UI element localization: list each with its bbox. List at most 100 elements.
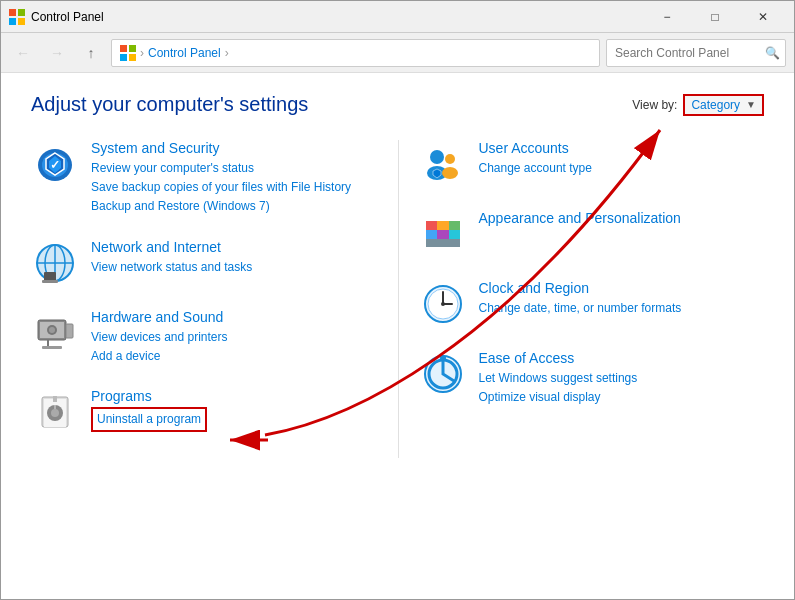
user-accounts-title[interactable]: User Accounts [479, 140, 765, 156]
user-accounts-icon [419, 140, 467, 188]
network-content: Network and Internet View network status… [91, 239, 378, 277]
svg-rect-4 [120, 45, 127, 52]
user-accounts-content: User Accounts Change account type [479, 140, 765, 178]
network-title[interactable]: Network and Internet [91, 239, 378, 255]
system-security-title[interactable]: System and Security [91, 140, 378, 156]
svg-text:✓: ✓ [50, 158, 60, 172]
appearance-title[interactable]: Appearance and Personalization [479, 210, 765, 226]
svg-rect-44 [437, 230, 449, 239]
category-system-security: ✓ System and Security Review your comput… [31, 140, 378, 217]
page-title: Adjust your computer's settings [31, 93, 308, 116]
svg-rect-30 [53, 396, 57, 402]
svg-rect-2 [9, 18, 16, 25]
content-area: Adjust your computer's settings View by:… [1, 73, 794, 599]
clock-icon [419, 280, 467, 328]
hardware-link-1[interactable]: View devices and printers [91, 328, 378, 347]
system-security-content: System and Security Review your computer… [91, 140, 378, 217]
window-icon [9, 9, 25, 25]
svg-point-31 [51, 409, 59, 417]
breadcrumb-separator-2: › [225, 46, 229, 60]
svg-rect-7 [129, 54, 136, 61]
svg-rect-1 [18, 9, 25, 16]
svg-rect-6 [120, 54, 127, 61]
programs-title[interactable]: Programs [91, 388, 378, 404]
svg-rect-40 [426, 221, 437, 230]
category-programs: Programs Uninstall a program [31, 388, 378, 436]
system-security-link-2[interactable]: Save backup copies of your files with Fi… [91, 178, 378, 197]
window-controls: − □ ✕ [644, 2, 786, 32]
window-title: Control Panel [31, 10, 644, 24]
ease-access-link-2[interactable]: Optimize visual display [479, 388, 765, 407]
svg-rect-3 [18, 18, 25, 25]
programs-link-uninstall[interactable]: Uninstall a program [91, 407, 207, 432]
svg-rect-26 [42, 346, 62, 349]
svg-rect-41 [437, 221, 449, 230]
programs-content: Programs Uninstall a program [91, 388, 378, 432]
ease-access-content: Ease of Access Let Windows suggest setti… [479, 350, 765, 407]
svg-rect-19 [42, 280, 58, 283]
category-hardware-sound: Hardware and Sound View devices and prin… [31, 309, 378, 366]
ease-access-title[interactable]: Ease of Access [479, 350, 765, 366]
search-icon: 🔍 [765, 46, 780, 60]
forward-button[interactable]: → [43, 39, 71, 67]
svg-point-54 [440, 355, 446, 361]
hardware-content: Hardware and Sound View devices and prin… [91, 309, 378, 366]
hardware-icon [31, 309, 79, 357]
minimize-button[interactable]: − [644, 2, 690, 32]
network-link-1[interactable]: View network status and tasks [91, 258, 378, 277]
user-accounts-link-1[interactable]: Change account type [479, 159, 765, 178]
system-security-icon: ✓ [31, 140, 79, 188]
svg-point-23 [49, 327, 55, 333]
view-by-section: View by: Category ▼ [632, 94, 764, 116]
breadcrumb: › Control Panel › [111, 39, 600, 67]
svg-rect-45 [449, 230, 460, 239]
back-button[interactable]: ← [9, 39, 37, 67]
category-ease-access: Ease of Access Let Windows suggest setti… [419, 350, 765, 407]
dropdown-arrow-icon: ▼ [746, 99, 756, 110]
system-security-link-3[interactable]: Backup and Restore (Windows 7) [91, 197, 378, 216]
programs-icon [31, 388, 79, 436]
clock-region-title[interactable]: Clock and Region [479, 280, 765, 296]
search-input[interactable] [615, 46, 765, 60]
maximize-button[interactable]: □ [692, 2, 738, 32]
right-column: User Accounts Change account type [398, 140, 765, 458]
view-by-value: Category [691, 98, 740, 112]
breadcrumb-icon [120, 45, 136, 61]
svg-point-33 [430, 150, 444, 164]
clock-region-link-1[interactable]: Change date, time, or number formats [479, 299, 765, 318]
svg-point-51 [441, 302, 445, 306]
ease-access-link-1[interactable]: Let Windows suggest settings [479, 369, 765, 388]
svg-rect-46 [426, 239, 460, 247]
svg-rect-0 [9, 9, 16, 16]
view-by-dropdown[interactable]: Category ▼ [683, 94, 764, 116]
up-button[interactable]: ↑ [77, 39, 105, 67]
ease-access-icon [419, 350, 467, 398]
svg-point-36 [442, 167, 458, 179]
hardware-title[interactable]: Hardware and Sound [91, 309, 378, 325]
navigation-bar: ← → ↑ › Control Panel › 🔍 [1, 33, 794, 73]
network-icon [31, 239, 79, 287]
view-by-label: View by: [632, 98, 677, 112]
appearance-icon [419, 210, 467, 258]
svg-point-35 [445, 154, 455, 164]
category-network-internet: Network and Internet View network status… [31, 239, 378, 287]
search-bar[interactable]: 🔍 [606, 39, 786, 67]
breadcrumb-item[interactable]: Control Panel [148, 46, 221, 60]
left-column: ✓ System and Security Review your comput… [31, 140, 398, 458]
svg-rect-24 [66, 324, 73, 338]
appearance-content: Appearance and Personalization [479, 210, 765, 229]
categories-grid: ✓ System and Security Review your comput… [31, 140, 764, 458]
hardware-link-2[interactable]: Add a device [91, 347, 378, 366]
content-header: Adjust your computer's settings View by:… [31, 93, 764, 116]
category-appearance: Appearance and Personalization [419, 210, 765, 258]
clock-region-content: Clock and Region Change date, time, or n… [479, 280, 765, 318]
system-security-link-1[interactable]: Review your computer's status [91, 159, 378, 178]
category-user-accounts: User Accounts Change account type [419, 140, 765, 188]
title-bar: Control Panel − □ ✕ [1, 1, 794, 33]
svg-rect-43 [426, 230, 437, 239]
svg-rect-42 [449, 221, 460, 230]
svg-rect-5 [129, 45, 136, 52]
category-clock-region: Clock and Region Change date, time, or n… [419, 280, 765, 328]
close-button[interactable]: ✕ [740, 2, 786, 32]
breadcrumb-separator: › [140, 46, 144, 60]
